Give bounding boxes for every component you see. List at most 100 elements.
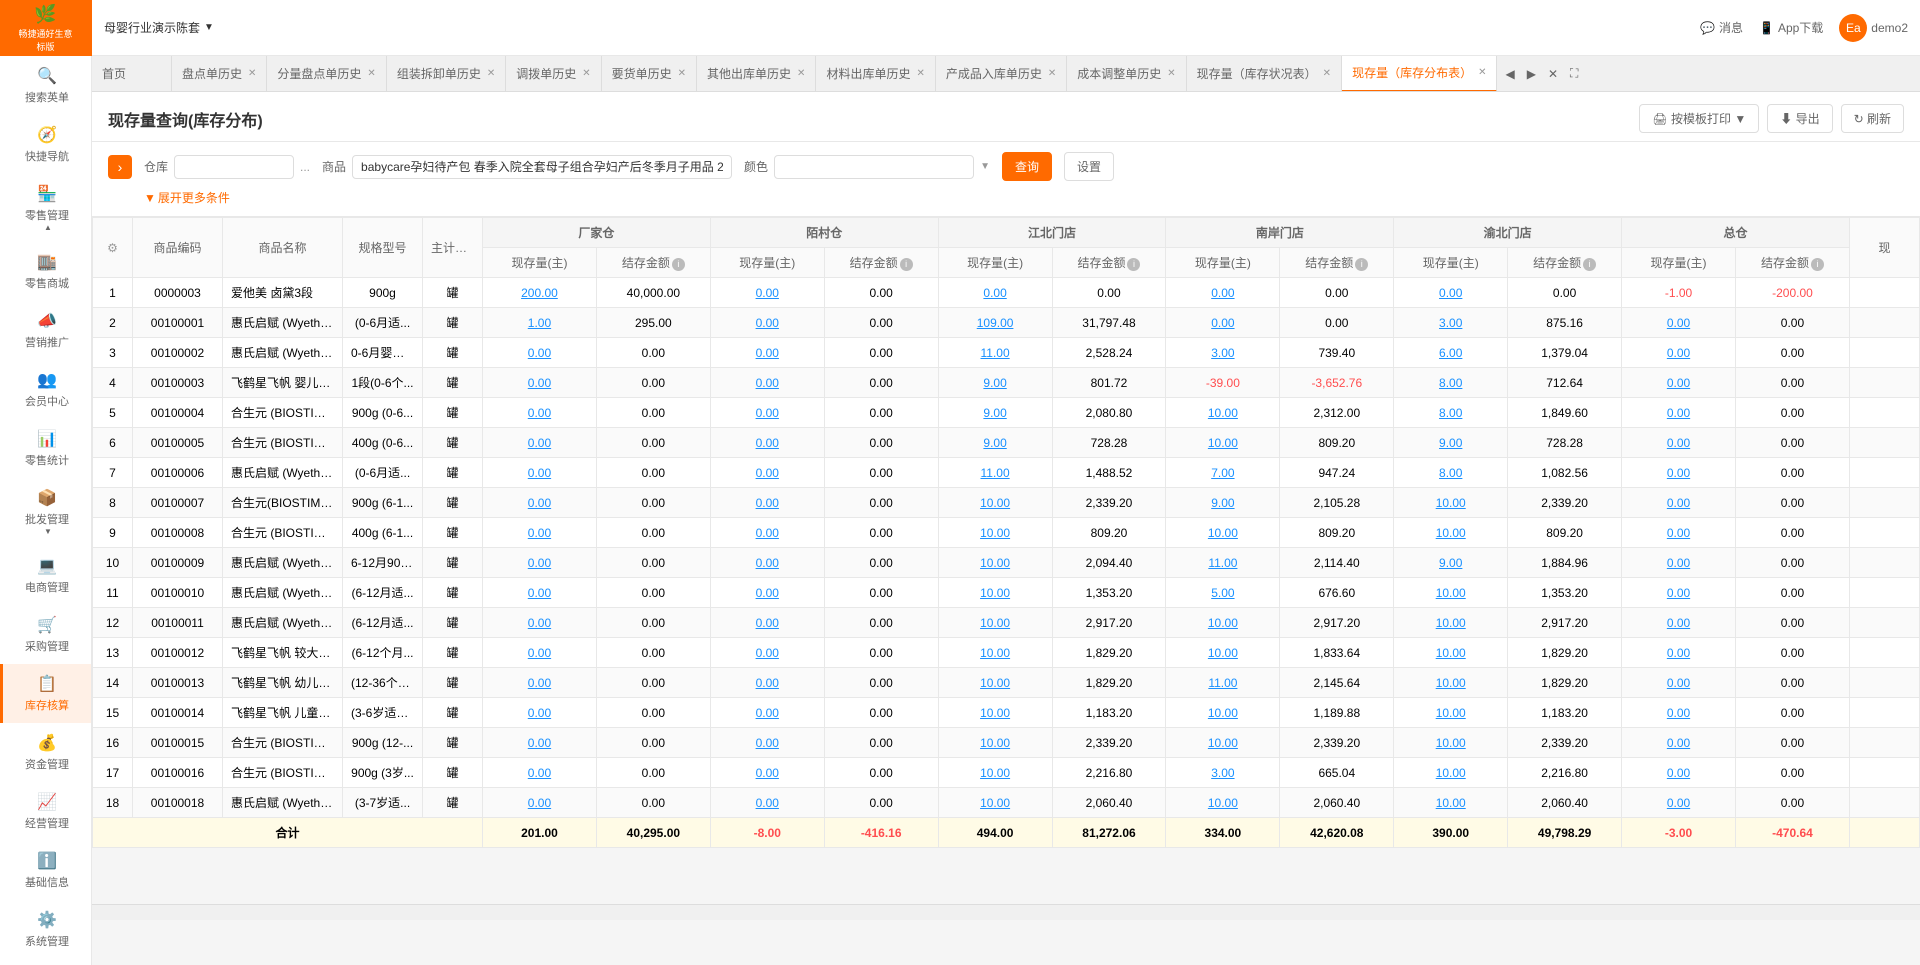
cell-f-qty[interactable]: 0.00 (483, 578, 597, 608)
table-settings-icon[interactable]: ⚙ (107, 241, 118, 255)
cell-f-qty[interactable]: 0.00 (483, 758, 597, 788)
cell-na-qty[interactable]: 0.00 (1166, 308, 1280, 338)
cell-yb-qty[interactable]: 9.00 (1394, 428, 1508, 458)
cell-na-qty[interactable]: 10.00 (1166, 728, 1280, 758)
cell-jb-qty[interactable]: 10.00 (938, 758, 1052, 788)
cell-yb-qty[interactable]: 8.00 (1394, 368, 1508, 398)
cell-zc-qty[interactable]: 0.00 (1622, 608, 1736, 638)
cell-yb-qty[interactable]: 9.00 (1394, 548, 1508, 578)
export-button[interactable]: ⬇ 导出 (1767, 104, 1832, 133)
cell-na-qty[interactable]: 5.00 (1166, 578, 1280, 608)
cell-f-qty[interactable]: 0.00 (483, 788, 597, 818)
cell-f-qty[interactable]: 0.00 (483, 698, 597, 728)
cell-f-qty[interactable]: 0.00 (483, 458, 597, 488)
tab-sub-inventory[interactable]: 分量盘点单历史 ✕ (267, 56, 386, 92)
cell-yb-qty[interactable]: 6.00 (1394, 338, 1508, 368)
sidebar-item-member[interactable]: 👥 会员中心 (0, 360, 91, 419)
header-app-download[interactable]: 📱 App下载 (1759, 19, 1823, 36)
cell-f-qty[interactable]: 0.00 (483, 548, 597, 578)
tab-home[interactable]: 首页 (92, 56, 172, 92)
tab-allot-close[interactable]: ✕ (582, 68, 590, 79)
cell-jb-qty[interactable]: 11.00 (938, 338, 1052, 368)
product-input[interactable] (352, 155, 732, 179)
print-button[interactable]: 🖨 按模板打印 ▼ (1639, 104, 1759, 133)
tab-other-out-close[interactable]: ✕ (797, 68, 805, 79)
cell-f-qty[interactable]: 200.00 (483, 278, 597, 308)
refresh-button[interactable]: ↻ 刷新 (1841, 104, 1904, 133)
sidebar-item-wholesale[interactable]: 📦 批发管理 ▼ (0, 478, 91, 546)
cell-zc-qty[interactable]: 0.00 (1622, 698, 1736, 728)
sidebar-item-retail-stat[interactable]: 📊 零售统计 (0, 419, 91, 478)
cell-jb-qty[interactable]: 10.00 (938, 698, 1052, 728)
cell-zc-qty[interactable]: 0.00 (1622, 668, 1736, 698)
cell-f-qty[interactable]: 0.00 (483, 608, 597, 638)
tab-inventory-check[interactable]: 盘点单历史 ✕ (172, 56, 267, 92)
expand-conditions-btn[interactable]: ▼ 展开更多条件 (144, 189, 1904, 206)
cell-zc-qty[interactable]: -1.00 (1622, 278, 1736, 308)
cell-yb-qty[interactable]: 10.00 (1394, 758, 1508, 788)
cell-f-qty[interactable]: 0.00 (483, 398, 597, 428)
cell-jb-qty[interactable]: 10.00 (938, 488, 1052, 518)
jb-amt-info-icon[interactable]: i (1127, 258, 1140, 271)
cell-m-qty[interactable]: 0.00 (710, 668, 824, 698)
m-amt-info-icon[interactable]: i (900, 258, 913, 271)
cell-zc-qty[interactable]: 0.00 (1622, 578, 1736, 608)
cell-m-qty[interactable]: 0.00 (710, 608, 824, 638)
sidebar-item-retail-mgmt[interactable]: 🏪 零售管理 ▲ (0, 174, 91, 242)
cell-f-qty[interactable]: 0.00 (483, 428, 597, 458)
tab-close-all-btn[interactable]: ✕ (1544, 65, 1562, 83)
tab-stock-dist[interactable]: 现存量（库存分布表） ✕ (1342, 56, 1497, 92)
cell-yb-qty[interactable]: 8.00 (1394, 398, 1508, 428)
tab-cost-adjust[interactable]: 成本调整单历史 ✕ (1067, 56, 1186, 92)
cell-zc-qty[interactable]: 0.00 (1622, 758, 1736, 788)
cell-f-qty[interactable]: 0.00 (483, 638, 597, 668)
sidebar-item-enterprise[interactable]: 🏢 企业协同 (0, 959, 91, 965)
sidebar-item-finance[interactable]: 💰 资金管理 (0, 723, 91, 782)
cell-yb-qty[interactable]: 10.00 (1394, 698, 1508, 728)
cell-na-qty[interactable]: 3.00 (1166, 338, 1280, 368)
tab-stock-status-close[interactable]: ✕ (1323, 68, 1331, 79)
tab-other-out[interactable]: 其他出库单历史 ✕ (697, 56, 816, 92)
cell-f-qty[interactable]: 0.00 (483, 728, 597, 758)
search-button[interactable]: 查询 (1002, 152, 1052, 181)
cell-na-qty[interactable]: 3.00 (1166, 758, 1280, 788)
cell-yb-qty[interactable]: 3.00 (1394, 308, 1508, 338)
cell-yb-qty[interactable]: 10.00 (1394, 488, 1508, 518)
cell-yb-qty[interactable]: 0.00 (1394, 278, 1508, 308)
settings-button[interactable]: 设置 (1064, 152, 1114, 181)
cell-na-qty[interactable]: 10.00 (1166, 518, 1280, 548)
cell-zc-qty[interactable]: 0.00 (1622, 518, 1736, 548)
table-container[interactable]: ⚙ 商品编码 商品名称 规格型号 主计量单位 厂家仓 陌村仓 江北门店 南岸门店… (92, 217, 1920, 904)
sidebar-item-purchase[interactable]: 🛒 采购管理 (0, 605, 91, 664)
yb-amt-info-icon[interactable]: i (1583, 258, 1596, 271)
cell-na-qty[interactable]: 10.00 (1166, 638, 1280, 668)
sidebar-item-retail-shop[interactable]: 🏬 零售商城 (0, 242, 91, 301)
header-message[interactable]: 💬 消息 (1700, 19, 1743, 36)
sidebar-item-nav[interactable]: 🧭 快捷导航 (0, 115, 91, 174)
tab-order-close[interactable]: ✕ (678, 68, 686, 79)
cell-m-qty[interactable]: 0.00 (710, 308, 824, 338)
cell-na-qty[interactable]: 7.00 (1166, 458, 1280, 488)
cell-jb-qty[interactable]: 9.00 (938, 428, 1052, 458)
tab-material-out-close[interactable]: ✕ (916, 68, 924, 79)
tab-product-in[interactable]: 产成品入库单历史 ✕ (936, 56, 1067, 92)
cell-m-qty[interactable]: 0.00 (710, 578, 824, 608)
cell-na-qty[interactable]: 10.00 (1166, 608, 1280, 638)
cell-m-qty[interactable]: 0.00 (710, 758, 824, 788)
cell-zc-qty[interactable]: 0.00 (1622, 548, 1736, 578)
cell-na-qty[interactable]: 10.00 (1166, 398, 1280, 428)
cell-zc-qty[interactable]: 0.00 (1622, 488, 1736, 518)
cell-jb-qty[interactable]: 9.00 (938, 398, 1052, 428)
color-input[interactable] (774, 155, 974, 179)
tab-cost-adjust-close[interactable]: ✕ (1167, 68, 1175, 79)
tab-assemble[interactable]: 组装拆卸单历史 ✕ (387, 56, 506, 92)
cell-m-qty[interactable]: 0.00 (710, 518, 824, 548)
cell-f-qty[interactable]: 0.00 (483, 518, 597, 548)
cell-yb-qty[interactable]: 10.00 (1394, 668, 1508, 698)
header-dropdown[interactable]: 母婴行业演示陈套 ▼ (104, 19, 214, 36)
cell-zc-qty[interactable]: 0.00 (1622, 788, 1736, 818)
cell-zc-qty[interactable]: 0.00 (1622, 398, 1736, 428)
tab-order[interactable]: 要货单历史 ✕ (602, 56, 697, 92)
cell-f-qty[interactable]: 0.00 (483, 668, 597, 698)
sidebar-item-operations[interactable]: 📈 经营管理 (0, 782, 91, 841)
